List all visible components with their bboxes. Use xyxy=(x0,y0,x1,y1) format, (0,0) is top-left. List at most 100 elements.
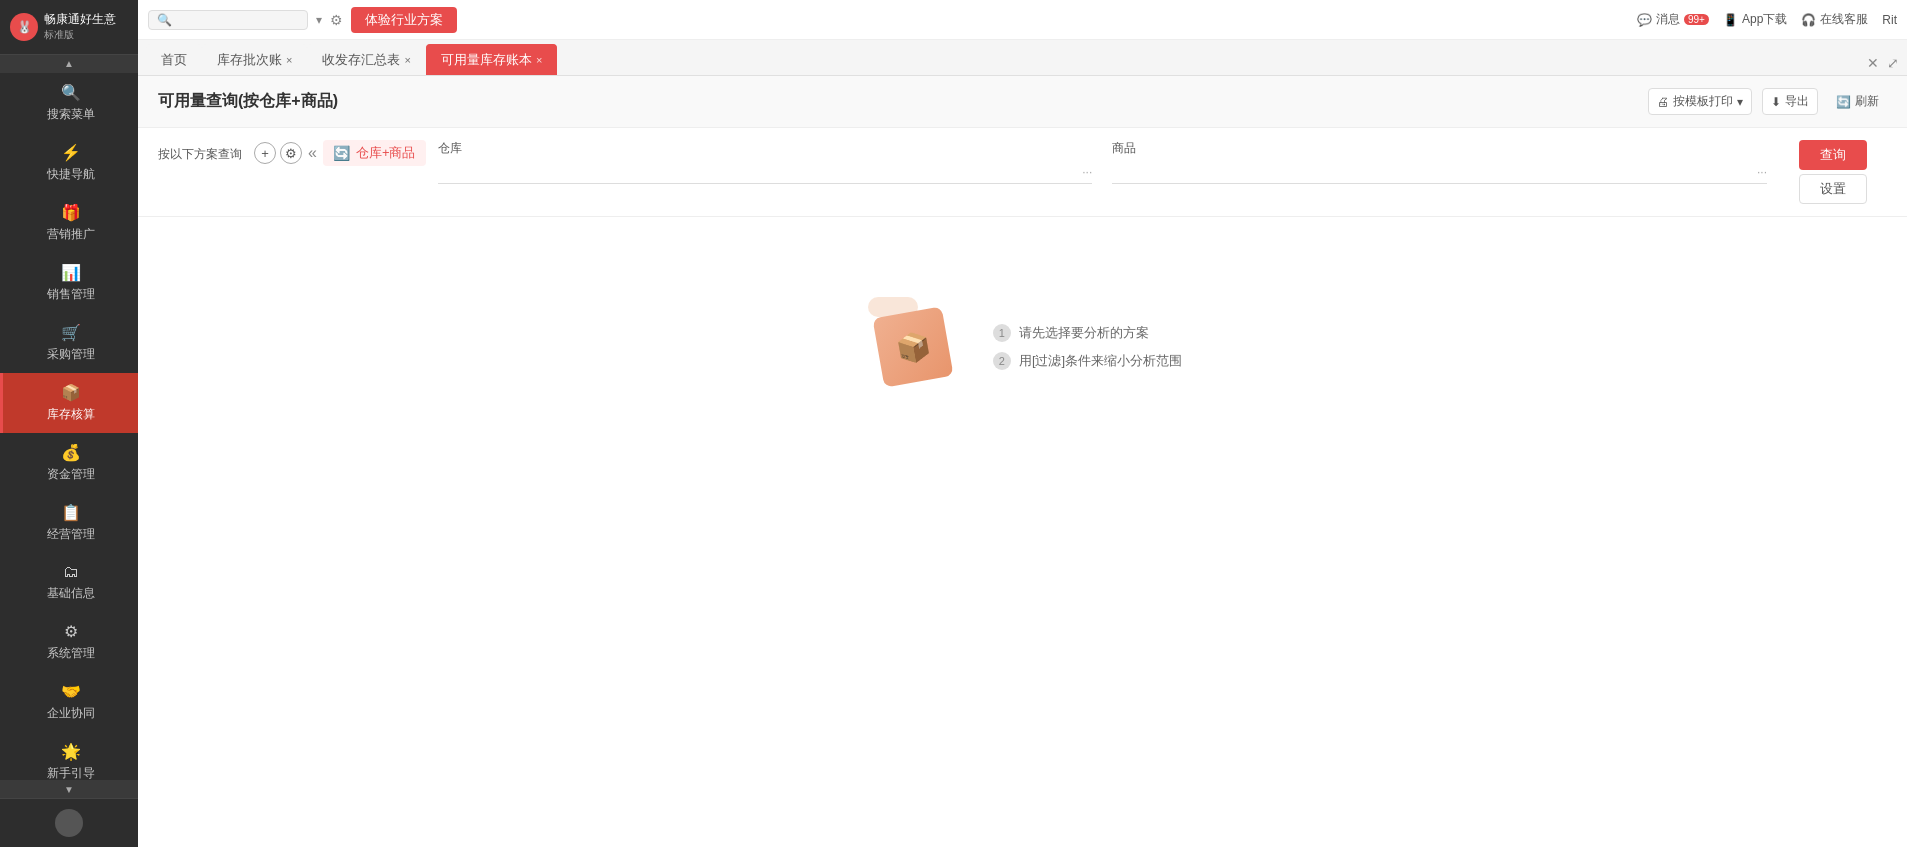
scheme-item-warehouse-product[interactable]: 🔄 仓库+商品 xyxy=(323,140,426,166)
action-area: 查询 设置 xyxy=(1779,140,1887,204)
sidebar-item-system[interactable]: ⚙ 系统管理 xyxy=(0,612,138,672)
tab-close-icon[interactable]: × xyxy=(404,54,410,66)
settings-button[interactable]: 设置 xyxy=(1799,174,1867,204)
gear-icon[interactable]: ⚙ xyxy=(330,12,343,28)
sidebar-item-label: 快捷导航 xyxy=(47,166,95,183)
sidebar-item-operations[interactable]: 📋 经营管理 xyxy=(0,493,138,553)
app-download-button[interactable]: 📱 App下载 xyxy=(1723,11,1787,28)
gift-icon: 🎁 xyxy=(61,203,81,222)
page-header: 可用量查询(按仓库+商品) 🖨 按模板打印 ▾ ⬇ 导出 🔄 刷新 xyxy=(138,76,1907,128)
download-icon: 📱 xyxy=(1723,13,1738,27)
print-label: 按模板打印 xyxy=(1673,93,1733,110)
empty-illustration: 📦 xyxy=(863,297,963,397)
sidebar-item-label: 新手引导 xyxy=(47,765,95,780)
query-button[interactable]: 查询 xyxy=(1799,140,1867,170)
message-button[interactable]: 💬 消息 99+ xyxy=(1637,11,1709,28)
tabbar-expand-icon[interactable]: ⤢ xyxy=(1887,55,1899,71)
inventory-icon: 📦 xyxy=(61,383,81,402)
print-icon: 🖨 xyxy=(1657,95,1669,109)
export-label: 导出 xyxy=(1785,93,1809,110)
product-input-row: ··· xyxy=(1112,161,1767,184)
logo-icon: 🐰 xyxy=(10,13,38,41)
export-icon: ⬇ xyxy=(1771,95,1781,109)
search-input[interactable] xyxy=(176,13,296,27)
collapse-filter-icon[interactable]: « xyxy=(308,144,317,162)
sync-icon: 🔄 xyxy=(333,145,350,161)
customer-service-label: 在线客服 xyxy=(1820,11,1868,28)
sidebar-item-newuser[interactable]: 🌟 新手引导 xyxy=(0,732,138,780)
product-filter-group: 商品 ··· xyxy=(1112,140,1767,184)
sidebar-item-label: 企业协同 xyxy=(47,705,95,722)
sidebar-item-finance[interactable]: 💰 资金管理 xyxy=(0,433,138,493)
dropdown-icon: ▾ xyxy=(1737,95,1743,109)
trial-button[interactable]: 体验行业方案 xyxy=(351,7,457,33)
sidebar-item-label: 库存核算 xyxy=(47,406,95,423)
newuser-icon: 🌟 xyxy=(61,742,81,761)
basic-icon: 🗂 xyxy=(63,563,79,581)
app-download-label: App下载 xyxy=(1742,11,1787,28)
sidebar-items: 🔍 搜索菜单 ⚡ 快捷导航 🎁 营销推广 📊 销售管理 🛒 采购管理 📦 库存核… xyxy=(0,73,138,780)
topbar: 🔍 ▾ ⚙ 体验行业方案 💬 消息 99+ 📱 App下载 🎧 在线客服 Rit xyxy=(138,0,1907,40)
message-label: 消息 xyxy=(1656,11,1680,28)
tab-available-qty[interactable]: 可用量库存账本 × xyxy=(426,44,557,75)
empty-state-content: 📦 1 请先选择要分析的方案 2 用[过滤]条件来缩小分析范围 xyxy=(863,297,1182,397)
sidebar-item-enterprise[interactable]: 🤝 企业协同 xyxy=(0,672,138,732)
sidebar-item-marketing[interactable]: 🎁 营销推广 xyxy=(0,193,138,253)
filter-inputs: 仓库 ··· 商品 ··· xyxy=(438,140,1768,184)
tab-close-icon[interactable]: × xyxy=(536,54,542,66)
operations-icon: 📋 xyxy=(61,503,81,522)
product-input[interactable] xyxy=(1112,165,1753,179)
page-header-actions: 🖨 按模板打印 ▾ ⬇ 导出 🔄 刷新 xyxy=(1648,88,1887,115)
add-scheme-button[interactable]: + xyxy=(254,142,276,164)
sidebar-item-purchase[interactable]: 🛒 采购管理 xyxy=(0,313,138,373)
topbar-search-box[interactable]: 🔍 xyxy=(148,10,308,30)
hint-num-2: 2 xyxy=(993,352,1011,370)
tab-close-icon[interactable]: × xyxy=(286,54,292,66)
avatar xyxy=(55,809,83,837)
topbar-right: 💬 消息 99+ 📱 App下载 🎧 在线客服 Rit xyxy=(1637,11,1897,28)
sidebar-item-shortcut[interactable]: ⚡ 快捷导航 xyxy=(0,133,138,193)
tabbar: 首页 库存批次账 × 收发存汇总表 × 可用量库存账本 × ✕ ⤢ xyxy=(138,40,1907,76)
tabbar-close-icon[interactable]: ✕ xyxy=(1867,55,1879,71)
warehouse-input[interactable] xyxy=(438,165,1079,179)
sidebar-item-search[interactable]: 🔍 搜索菜单 xyxy=(0,73,138,133)
sidebar-item-label: 系统管理 xyxy=(47,645,95,662)
dropdown-chevron-icon[interactable]: ▾ xyxy=(316,13,322,27)
hint-1: 1 请先选择要分析的方案 xyxy=(993,324,1182,342)
search-icon: 🔍 xyxy=(157,13,172,27)
hint-num-1: 1 xyxy=(993,324,1011,342)
tab-receipt-summary[interactable]: 收发存汇总表 × xyxy=(307,44,425,75)
page-content: 可用量查询(按仓库+商品) 🖨 按模板打印 ▾ ⬇ 导出 🔄 刷新 按以下方 xyxy=(138,76,1907,847)
filter-scheme-icons: + ⚙ xyxy=(254,142,302,164)
sidebar-item-inventory[interactable]: 📦 库存核算 xyxy=(0,373,138,433)
sidebar-scroll-down[interactable]: ▼ xyxy=(0,780,138,798)
sidebar-user-avatar[interactable] xyxy=(0,798,138,847)
settings-scheme-button[interactable]: ⚙ xyxy=(280,142,302,164)
chevron-down-icon: ▼ xyxy=(64,784,74,795)
warehouse-more-icon[interactable]: ··· xyxy=(1082,165,1092,179)
app-tag: 标准版 xyxy=(44,28,116,42)
finance-icon: 💰 xyxy=(61,443,81,462)
system-icon: ⚙ xyxy=(64,622,78,641)
product-more-icon[interactable]: ··· xyxy=(1757,165,1767,179)
tab-label: 首页 xyxy=(161,51,187,69)
filter-label: 按以下方案查询 xyxy=(158,140,242,163)
product-label: 商品 xyxy=(1112,140,1767,157)
box-face-icon: 📦 xyxy=(893,328,933,367)
app-name: 畅康通好生意 xyxy=(44,12,116,28)
print-button[interactable]: 🖨 按模板打印 ▾ xyxy=(1648,88,1752,115)
search-icon: 🔍 xyxy=(61,83,81,102)
tab-home[interactable]: 首页 xyxy=(146,44,202,75)
refresh-button[interactable]: 🔄 刷新 xyxy=(1828,89,1887,114)
sidebar-item-basic[interactable]: 🗂 基础信息 xyxy=(0,553,138,612)
tab-label: 收发存汇总表 xyxy=(322,51,400,69)
sidebar-item-sales[interactable]: 📊 销售管理 xyxy=(0,253,138,313)
export-button[interactable]: ⬇ 导出 xyxy=(1762,88,1818,115)
tab-batch-account[interactable]: 库存批次账 × xyxy=(202,44,307,75)
customer-service-button[interactable]: 🎧 在线客服 xyxy=(1801,11,1868,28)
user-name[interactable]: Rit xyxy=(1882,13,1897,27)
warehouse-filter-group: 仓库 ··· xyxy=(438,140,1093,184)
filter-scheme-group: + ⚙ « 🔄 仓库+商品 xyxy=(254,140,426,166)
sidebar-scroll-up[interactable]: ▲ xyxy=(0,55,138,73)
message-icon: 💬 xyxy=(1637,13,1652,27)
